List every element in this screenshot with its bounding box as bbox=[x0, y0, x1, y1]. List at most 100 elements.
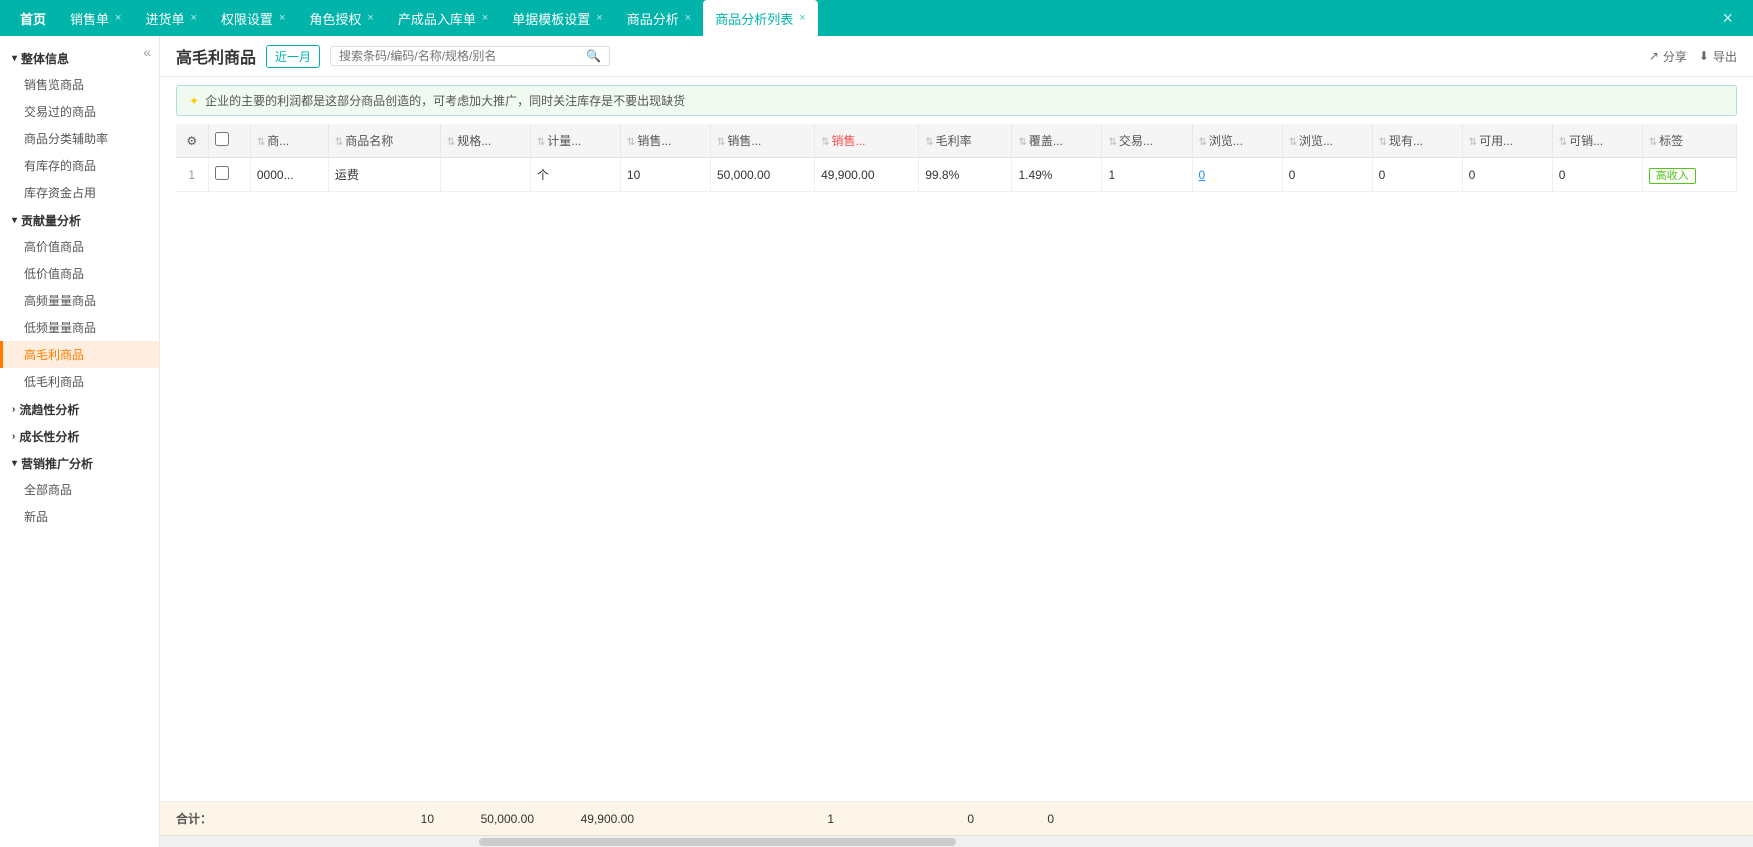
row-sales-amount: 50,000.00 bbox=[710, 158, 814, 192]
row-sales-qty: 10 bbox=[620, 158, 710, 192]
search-icon[interactable]: 🔍 bbox=[586, 49, 601, 63]
sidebar-group-growth[interactable]: › 成长性分析 bbox=[0, 422, 159, 449]
trend-arrow-icon: › bbox=[12, 404, 15, 415]
col-browse2[interactable]: ⇅浏览... bbox=[1282, 124, 1372, 158]
sidebar-group-marketing[interactable]: ▾ 营销推广分析 bbox=[0, 449, 159, 476]
col-sales-amount[interactable]: ⇅销售... bbox=[710, 124, 814, 158]
nav-analysis-close[interactable]: × bbox=[685, 12, 691, 24]
sidebar-item-sales-goods[interactable]: 销售览商品 bbox=[0, 71, 159, 98]
nav-permission[interactable]: 权限设置 × bbox=[209, 0, 297, 36]
nav-stock-in[interactable]: 产成品入库单 × bbox=[386, 0, 500, 36]
col-code[interactable]: ⇅商... bbox=[250, 124, 328, 158]
share-icon: ↗ bbox=[1649, 49, 1659, 63]
sidebar-item-stock-capital[interactable]: 库存资金占用 bbox=[0, 179, 159, 206]
sidebar-item-high-profit[interactable]: 高毛利商品 bbox=[0, 341, 159, 368]
sidebar-item-low-freq[interactable]: 低频量量商品 bbox=[0, 314, 159, 341]
nav-purchase[interactable]: 进货单 × bbox=[133, 0, 208, 36]
col-settings[interactable]: ⚙ bbox=[176, 124, 208, 158]
footer-browse1-spacer bbox=[840, 812, 920, 826]
browse1-link[interactable]: 0 bbox=[1199, 168, 1206, 182]
nav-sales-close[interactable]: × bbox=[115, 12, 121, 24]
table-row: 1 0000... 运费 个 10 50,000.00 49,900.00 99… bbox=[176, 158, 1737, 192]
footer-label: 合计： bbox=[176, 810, 212, 827]
sidebar-item-analysis-assist[interactable]: 商品分类辅助率 bbox=[0, 125, 159, 152]
nav-home[interactable]: 首页 bbox=[8, 0, 58, 36]
sidebar-group-trend[interactable]: › 流趋性分析 bbox=[0, 395, 159, 422]
search-input[interactable] bbox=[339, 49, 586, 63]
window-close-button[interactable]: × bbox=[1710, 8, 1745, 29]
horizontal-scrollbar[interactable] bbox=[160, 835, 1753, 847]
sidebar-group-overall[interactable]: ▾ 整体信息 bbox=[0, 44, 159, 71]
nav-purchase-close[interactable]: × bbox=[190, 12, 196, 24]
footer-current-stock: 0 bbox=[980, 812, 1060, 826]
footer-browse2: 0 bbox=[920, 812, 980, 826]
sidebar-group-overall-label: 整体信息 bbox=[21, 50, 69, 67]
col-checkbox bbox=[208, 124, 250, 158]
marketing-arrow-icon: ▾ bbox=[12, 458, 17, 469]
footer-trade-count: 1 bbox=[760, 812, 840, 826]
sidebar-item-high-value[interactable]: 高价值商品 bbox=[0, 233, 159, 260]
sidebar-item-all-goods[interactable]: 全部商品 bbox=[0, 476, 159, 503]
col-current-stock[interactable]: ⇅现有... bbox=[1372, 124, 1462, 158]
sidebar-collapse-button[interactable]: « bbox=[143, 44, 151, 60]
nav-template[interactable]: 单据模板设置 × bbox=[500, 0, 614, 36]
col-saleable-stock[interactable]: ⇅可销... bbox=[1552, 124, 1642, 158]
nav-stock-in-close[interactable]: × bbox=[482, 12, 488, 24]
sidebar-group-trend-label: 流趋性分析 bbox=[19, 401, 79, 418]
nav-permission-close[interactable]: × bbox=[279, 12, 285, 24]
nav-analysis-label: 商品分析 bbox=[627, 9, 679, 28]
col-sales-qty[interactable]: ⇅销售... bbox=[620, 124, 710, 158]
col-trade-count[interactable]: ⇅交易... bbox=[1102, 124, 1192, 158]
share-button[interactable]: ↗ 分享 bbox=[1649, 48, 1687, 65]
nav-role-close[interactable]: × bbox=[367, 12, 373, 24]
content-area: 高毛利商品 近一月 🔍 ↗ 分享 ⬇ 导出 ✦ 企业的主要的利润都是这部分商品创… bbox=[160, 36, 1753, 847]
col-available-stock[interactable]: ⇅可用... bbox=[1462, 124, 1552, 158]
time-filter-button[interactable]: 近一月 bbox=[266, 45, 320, 68]
footer-sales-amount: 50,000.00 bbox=[440, 812, 540, 826]
nav-role[interactable]: 角色授权 × bbox=[297, 0, 385, 36]
content-header: 高毛利商品 近一月 🔍 ↗ 分享 ⬇ 导出 bbox=[160, 36, 1753, 77]
table-footer: 合计： 10 50,000.00 49,900.00 1 0 0 bbox=[160, 801, 1753, 835]
col-gross-rate[interactable]: ⇅毛利率 bbox=[919, 124, 1012, 158]
col-tag[interactable]: ⇅标签 bbox=[1642, 124, 1736, 158]
export-button[interactable]: ⬇ 导出 bbox=[1699, 48, 1737, 65]
col-browse1[interactable]: ⇅浏览... bbox=[1192, 124, 1282, 158]
nav-sales[interactable]: 销售单 × bbox=[58, 0, 133, 36]
sidebar-group-wealth-label: 贡献量分析 bbox=[21, 212, 81, 229]
footer-cells: 10 50,000.00 49,900.00 1 0 0 bbox=[220, 812, 1737, 826]
main-container: « ▾ 整体信息 销售览商品 交易过的商品 商品分类辅助率 有库存的商品 库存资… bbox=[0, 36, 1753, 847]
nav-template-label: 单据模板设置 bbox=[512, 9, 590, 28]
sidebar-item-in-stock-goods[interactable]: 有库存的商品 bbox=[0, 152, 159, 179]
sidebar: « ▾ 整体信息 销售览商品 交易过的商品 商品分类辅助率 有库存的商品 库存资… bbox=[0, 36, 160, 847]
nav-purchase-label: 进货单 bbox=[145, 9, 184, 28]
row-browse1[interactable]: 0 bbox=[1192, 158, 1282, 192]
sidebar-group-wealth[interactable]: ▾ 贡献量分析 bbox=[0, 206, 159, 233]
footer-gross-rate-spacer bbox=[640, 812, 700, 826]
nav-analysis-list-close[interactable]: × bbox=[799, 12, 805, 24]
nav-analysis-list[interactable]: 商品分析列表 × bbox=[703, 0, 817, 36]
sidebar-item-low-profit[interactable]: 低毛利商品 bbox=[0, 368, 159, 395]
row-tag: 高收入 bbox=[1642, 158, 1736, 192]
row-current-stock: 0 bbox=[1372, 158, 1462, 192]
col-sales-profit[interactable]: ⇅销售... bbox=[815, 124, 919, 158]
sidebar-item-traded-goods[interactable]: 交易过的商品 bbox=[0, 98, 159, 125]
select-all-checkbox[interactable] bbox=[215, 132, 229, 146]
row-checkbox[interactable] bbox=[215, 166, 229, 180]
col-name[interactable]: ⇅商品名称 bbox=[328, 124, 440, 158]
wealth-arrow-icon: ▾ bbox=[12, 215, 17, 226]
page-title: 高毛利商品 bbox=[176, 44, 256, 68]
row-name: 运费 bbox=[328, 158, 440, 192]
table-header-row: ⚙ ⇅商... ⇅商品名称 ⇅规格... ⇅计量... ⇅销售... ⇅销售..… bbox=[176, 124, 1737, 158]
sidebar-item-low-value[interactable]: 低价值商品 bbox=[0, 260, 159, 287]
row-trade-count: 1 bbox=[1102, 158, 1192, 192]
nav-template-close[interactable]: × bbox=[596, 12, 602, 24]
sidebar-item-new-goods[interactable]: 新品 bbox=[0, 503, 159, 530]
col-unit[interactable]: ⇅计量... bbox=[530, 124, 620, 158]
col-spec[interactable]: ⇅规格... bbox=[440, 124, 530, 158]
nav-analysis[interactable]: 商品分析 × bbox=[615, 0, 703, 36]
scrollbar-thumb[interactable] bbox=[479, 838, 957, 846]
info-banner-text: 企业的主要的利润都是这部分商品创造的，可考虑加大推广，同时关注库存是不要出现缺货 bbox=[205, 92, 685, 109]
sidebar-item-high-freq[interactable]: 高频量量商品 bbox=[0, 287, 159, 314]
table-container: ⚙ ⇅商... ⇅商品名称 ⇅规格... ⇅计量... ⇅销售... ⇅销售..… bbox=[160, 124, 1753, 801]
col-cover-rate[interactable]: ⇅覆盖... bbox=[1012, 124, 1102, 158]
